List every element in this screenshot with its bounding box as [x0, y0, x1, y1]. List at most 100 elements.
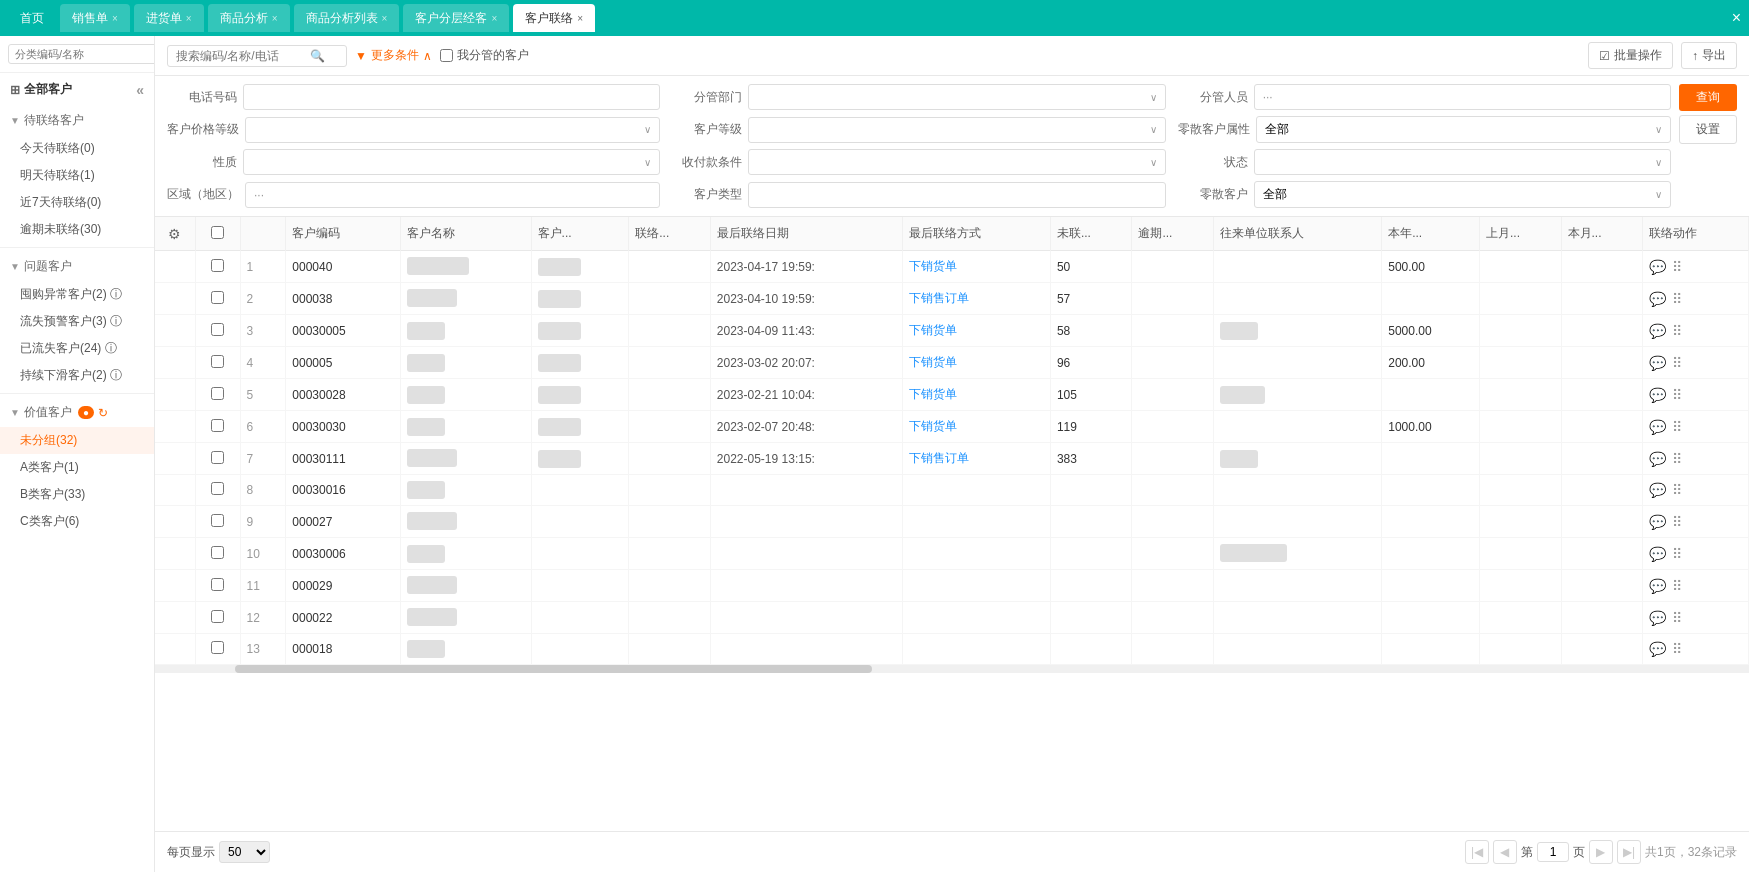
current-page-input[interactable] — [1537, 842, 1569, 862]
th-last-month[interactable]: 上月... — [1480, 217, 1562, 251]
action-menu-icon[interactable]: ⠿ — [1672, 546, 1682, 562]
action-menu-icon[interactable]: ⠿ — [1672, 610, 1682, 626]
action-chat-icon[interactable]: 💬 — [1649, 514, 1666, 530]
last-page-button[interactable]: ▶| — [1617, 840, 1641, 864]
action-menu-icon[interactable]: ⠿ — [1672, 451, 1682, 467]
row-checkbox[interactable] — [211, 514, 224, 527]
row-checkbox[interactable] — [211, 578, 224, 591]
action-menu-icon[interactable]: ⠿ — [1672, 419, 1682, 435]
sidebar-search-input[interactable] — [8, 44, 155, 64]
tab-purchase-close[interactable]: × — [186, 13, 192, 24]
td-checkbox[interactable] — [195, 538, 240, 570]
action-menu-icon[interactable]: ⠿ — [1672, 355, 1682, 371]
tab-sales[interactable]: 销售单 × — [60, 4, 130, 32]
filter-payment-dropdown[interactable]: ∨ — [748, 149, 1165, 175]
td-checkbox[interactable] — [195, 315, 240, 347]
row-checkbox[interactable] — [211, 323, 224, 336]
sidebar-item-class-c[interactable]: C类客户(6) — [0, 508, 154, 535]
filter-dept-dropdown[interactable]: ∨ — [748, 84, 1165, 110]
td-checkbox[interactable] — [195, 251, 240, 283]
last-way-link[interactable]: 下销货单 — [909, 323, 957, 337]
action-chat-icon[interactable]: 💬 — [1649, 259, 1666, 275]
row-checkbox[interactable] — [211, 641, 224, 654]
filter-region-input[interactable]: ··· — [245, 182, 660, 208]
filter-customer-type-input[interactable] — [748, 182, 1165, 208]
sidebar-collapse-icon[interactable]: « — [136, 82, 144, 98]
tab-analysis[interactable]: 商品分析 × — [208, 4, 290, 32]
filter-status-dropdown[interactable]: ∨ — [1254, 149, 1671, 175]
action-menu-icon[interactable]: ⠿ — [1672, 323, 1682, 339]
tab-analysis-list-close[interactable]: × — [382, 13, 388, 24]
tab-customer-seg-close[interactable]: × — [491, 13, 497, 24]
last-way-link[interactable]: 下销售订单 — [909, 451, 969, 465]
th-last-date[interactable]: 最后联络日期 — [710, 217, 903, 251]
action-chat-icon[interactable]: 💬 — [1649, 387, 1666, 403]
filter-more-conditions[interactable]: ▼ 更多条件 ∧ — [355, 47, 432, 64]
sidebar-item-ungraded[interactable]: 未分组(32) — [0, 427, 154, 454]
td-checkbox[interactable] — [195, 506, 240, 538]
row-checkbox[interactable] — [211, 291, 224, 304]
filter-retail-attr-dropdown[interactable]: 全部 ∨ — [1256, 116, 1671, 143]
row-checkbox[interactable] — [211, 259, 224, 272]
td-checkbox[interactable] — [195, 379, 240, 411]
filter-person-input[interactable]: ··· — [1254, 84, 1671, 110]
tab-customer-seg[interactable]: 客户分层经客 × — [403, 4, 509, 32]
th-contact[interactable]: 联络... — [629, 217, 711, 251]
last-way-link[interactable]: 下销售订单 — [909, 291, 969, 305]
prev-page-button[interactable]: ◀ — [1493, 840, 1517, 864]
filter-nature-dropdown[interactable]: ∨ — [243, 149, 660, 175]
last-way-link[interactable]: 下销货单 — [909, 387, 957, 401]
row-checkbox[interactable] — [211, 546, 224, 559]
last-way-link[interactable]: 下销货单 — [909, 259, 957, 273]
sidebar-item-churn-warning[interactable]: 流失预警客户(3) ⓘ — [0, 308, 154, 335]
filter-phone-input[interactable] — [243, 84, 660, 110]
sidebar-item-today[interactable]: 今天待联络(0) — [0, 135, 154, 162]
action-menu-icon[interactable]: ⠿ — [1672, 291, 1682, 307]
row-checkbox[interactable] — [211, 387, 224, 400]
action-chat-icon[interactable]: 💬 — [1649, 641, 1666, 657]
action-menu-icon[interactable]: ⠿ — [1672, 259, 1682, 275]
sidebar-item-overdue[interactable]: 逾期未联络(30) — [0, 216, 154, 243]
sidebar-item-7days[interactable]: 近7天待联络(0) — [0, 189, 154, 216]
action-chat-icon[interactable]: 💬 — [1649, 578, 1666, 594]
last-way-link[interactable]: 下销货单 — [909, 419, 957, 433]
td-checkbox[interactable] — [195, 443, 240, 475]
action-menu-icon[interactable]: ⠿ — [1672, 578, 1682, 594]
th-unit-contact[interactable]: 往来单位联系人 — [1213, 217, 1381, 251]
tab-analysis-list[interactable]: 商品分析列表 × — [294, 4, 400, 32]
sidebar-all-customers[interactable]: ⊞ 全部客户 « — [0, 73, 154, 106]
th-checkbox[interactable] — [195, 217, 240, 251]
next-page-button[interactable]: ▶ — [1589, 840, 1613, 864]
horizontal-scrollbar[interactable] — [155, 665, 1749, 673]
filter-customer-level-dropdown[interactable]: ∨ — [748, 117, 1165, 143]
action-chat-icon[interactable]: 💬 — [1649, 610, 1666, 626]
sidebar-item-churned[interactable]: 已流失客户(24) ⓘ — [0, 335, 154, 362]
global-close-button[interactable]: × — [1732, 9, 1741, 27]
action-chat-icon[interactable]: 💬 — [1649, 323, 1666, 339]
action-chat-icon[interactable]: 💬 — [1649, 546, 1666, 562]
gear-icon[interactable]: ⚙ — [168, 226, 181, 242]
tab-home[interactable]: 首页 — [8, 4, 56, 32]
row-checkbox[interactable] — [211, 482, 224, 495]
filter-search-input[interactable] — [176, 49, 306, 63]
action-chat-icon[interactable]: 💬 — [1649, 355, 1666, 371]
filter-my-customers[interactable]: 我分管的客户 — [440, 47, 529, 64]
th-code[interactable]: 客户编码 — [286, 217, 401, 251]
th-name[interactable]: 客户名称 — [401, 217, 531, 251]
tab-sales-close[interactable]: × — [112, 13, 118, 24]
select-all-checkbox[interactable] — [211, 226, 224, 239]
row-checkbox[interactable] — [211, 355, 224, 368]
scrollbar-thumb[interactable] — [235, 665, 873, 673]
action-chat-icon[interactable]: 💬 — [1649, 419, 1666, 435]
first-page-button[interactable]: |◀ — [1465, 840, 1489, 864]
filter-price-level-dropdown[interactable]: ∨ — [245, 117, 660, 143]
row-checkbox[interactable] — [211, 419, 224, 432]
th-this-year[interactable]: 本年... — [1382, 217, 1480, 251]
td-checkbox[interactable] — [195, 570, 240, 602]
sidebar-item-tomorrow[interactable]: 明天待联络(1) — [0, 162, 154, 189]
action-chat-icon[interactable]: 💬 — [1649, 482, 1666, 498]
last-way-link[interactable]: 下销货单 — [909, 355, 957, 369]
action-menu-icon[interactable]: ⠿ — [1672, 387, 1682, 403]
th-gear[interactable]: ⚙ — [155, 217, 195, 251]
th-type[interactable]: 客户... — [531, 217, 629, 251]
